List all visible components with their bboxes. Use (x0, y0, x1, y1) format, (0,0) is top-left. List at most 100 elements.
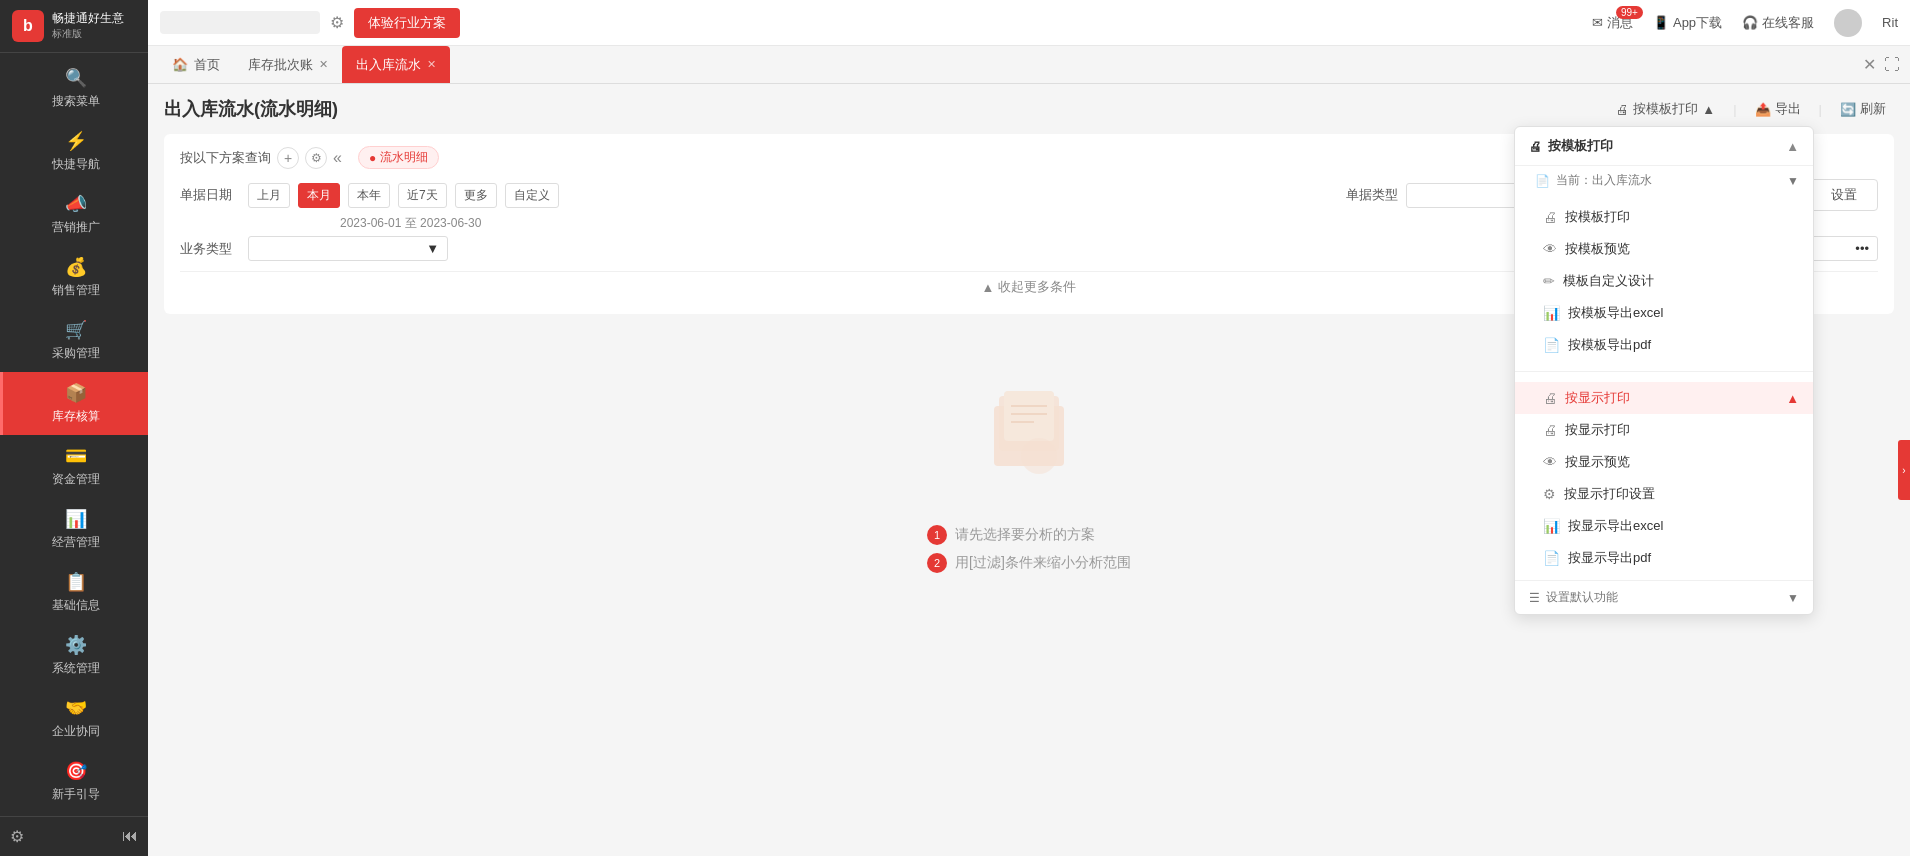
refresh-button[interactable]: 🔄 刷新 (1832, 96, 1894, 122)
home-icon: 🏠 (172, 57, 188, 72)
dropdown-item-display-export-excel[interactable]: 📊 按显示导出excel (1515, 510, 1813, 542)
date-btn-this-month[interactable]: 本月 (298, 183, 340, 208)
date-range-value: 2023-06-01 至 2023-06-30 (340, 215, 481, 232)
filter-type-tag: ● 流水明细 (358, 146, 439, 169)
svg-point-6 (1021, 438, 1057, 474)
type-tag-icon: ● (369, 151, 376, 165)
print-chevron-icon: ▲ (1702, 102, 1715, 117)
dropdown-item-display-export-pdf[interactable]: 📄 按显示导出pdf (1515, 542, 1813, 574)
system-icon: ⚙️ (65, 634, 87, 656)
dropdown-item-display-preview[interactable]: 👁 按显示预览 (1515, 446, 1813, 478)
marketing-icon: 📣 (65, 193, 87, 215)
user-avatar[interactable] (1834, 9, 1862, 37)
dropdown-item-template-print[interactable]: 🖨 按模板打印 (1515, 201, 1813, 233)
sidebar-item-purchase[interactable]: 🛒 采购管理 (0, 309, 148, 372)
trial-button[interactable]: 体验行业方案 (354, 8, 460, 38)
dropdown-item-display-print-settings[interactable]: ⚙ 按显示打印设置 (1515, 478, 1813, 510)
sidebar-item-inventory[interactable]: 📦 库存核算 (0, 372, 148, 435)
dropdown-divider (1515, 371, 1813, 372)
topbar: ⚙ 体验行业方案 ✉ 消息 99+ 📱 App下载 🎧 在线客服 Rit (148, 0, 1910, 46)
tab-fullscreen-icon[interactable]: ⛶ (1884, 56, 1900, 74)
empty-step-2: 2 用[过滤]条件来缩小分析范围 (927, 553, 1131, 573)
export-label: 导出 (1775, 100, 1801, 118)
sidebar-item-system[interactable]: ⚙️ 系统管理 (0, 624, 148, 687)
sidebar-item-label: 销售管理 (52, 282, 100, 299)
settings-icon[interactable]: ⚙ (10, 827, 24, 846)
right-scroll-button[interactable]: › (1898, 440, 1910, 500)
current-chevron-icon: ▼ (1787, 174, 1799, 188)
template-export-pdf-label: 按模板导出pdf (1568, 336, 1651, 354)
online-service-label: 在线客服 (1762, 14, 1814, 32)
app-logo: b 畅捷通好生意 标准版 (0, 0, 148, 53)
main-area: ⚙ 体验行业方案 ✉ 消息 99+ 📱 App下载 🎧 在线客服 Rit 🏠 首… (148, 0, 1910, 856)
dropdown-footer[interactable]: ☰ 设置默认功能 ▼ (1515, 580, 1813, 614)
date-btn-7days[interactable]: 近7天 (398, 183, 447, 208)
date-btn-this-year[interactable]: 本年 (348, 183, 390, 208)
sidebar-item-label: 经营管理 (52, 534, 100, 551)
tab-inout-flow-close[interactable]: ✕ (427, 58, 436, 71)
tab-close-all-icon[interactable]: ✕ (1863, 55, 1876, 74)
download-icon: 📱 (1653, 15, 1669, 30)
sidebar-item-quick-nav[interactable]: ⚡ 快捷导航 (0, 120, 148, 183)
template-print-icon: 🖨 (1543, 209, 1557, 225)
display-export-excel-label: 按显示导出excel (1568, 517, 1663, 535)
export-button[interactable]: 📤 导出 (1747, 96, 1809, 122)
dropdown-item-template-export-excel[interactable]: 📊 按模板导出excel (1515, 297, 1813, 329)
search-icon: 🔍 (65, 67, 87, 89)
settings-button[interactable]: 设置 (1810, 179, 1878, 211)
sales-icon: 💰 (65, 256, 87, 278)
empty-step-1: 1 请先选择要分析的方案 (927, 525, 1131, 545)
topbar-right: ✉ 消息 99+ 📱 App下载 🎧 在线客服 Rit (1592, 9, 1898, 37)
tab-inout-flow[interactable]: 出入库流水 ✕ (342, 46, 450, 83)
print-template-label: 按模板打印 (1633, 100, 1698, 118)
step-1-text: 请先选择要分析的方案 (955, 526, 1095, 544)
online-service-button[interactable]: 🎧 在线客服 (1742, 14, 1814, 32)
filter-add-button[interactable]: + (277, 147, 299, 169)
app-download-button[interactable]: 📱 App下载 (1653, 14, 1722, 32)
sidebar-item-search[interactable]: 🔍 搜索菜单 (0, 57, 148, 120)
sidebar-item-label: 库存核算 (52, 408, 100, 425)
sidebar-item-label: 新手引导 (52, 786, 100, 803)
print-template-button[interactable]: 🖨 按模板打印 ▲ (1608, 96, 1723, 122)
date-btn-more[interactable]: 更多 (455, 183, 497, 208)
empty-svg (979, 386, 1079, 486)
sidebar-item-operations[interactable]: 📊 经营管理 (0, 498, 148, 561)
dropdown-item-display-print[interactable]: 🖨 按显示打印 (1515, 414, 1813, 446)
gear-icon[interactable]: ⚙ (330, 13, 344, 32)
sidebar-item-enterprise[interactable]: 🤝 企业协同 (0, 687, 148, 750)
search-input[interactable] (160, 11, 320, 34)
sidebar-item-guide[interactable]: 🎯 新手引导 (0, 750, 148, 813)
print-dropdown-panel: 🖨 按模板打印 ▲ 📄 当前：出入库流水 ▼ (1514, 126, 1814, 615)
sidebar-item-marketing[interactable]: 📣 营销推广 (0, 183, 148, 246)
date-btn-last-month[interactable]: 上月 (248, 183, 290, 208)
tab-batch-account[interactable]: 库存批次账 ✕ (234, 46, 342, 83)
dropdown-title: 按模板打印 (1548, 137, 1613, 155)
sidebar-item-sales[interactable]: 💰 销售管理 (0, 246, 148, 309)
current-label: 当前：出入库流水 (1556, 172, 1652, 189)
sidebar-item-finance[interactable]: 💳 资金管理 (0, 435, 148, 498)
business-type-select[interactable]: ▼ (248, 236, 448, 261)
dropdown-item-template-preview[interactable]: 👁 按模板预览 (1515, 233, 1813, 265)
filter-collapse-button[interactable]: « (333, 149, 342, 167)
filter-setting-button[interactable]: ⚙ (305, 147, 327, 169)
dropdown-item-template-export-pdf[interactable]: 📄 按模板导出pdf (1515, 329, 1813, 361)
template-custom-icon: ✏ (1543, 273, 1555, 289)
message-badge: 99+ (1616, 6, 1643, 19)
filter-actions: 按以下方案查询 + ⚙ « (180, 147, 342, 169)
tab-batch-account-close[interactable]: ✕ (319, 58, 328, 71)
collapse-icon[interactable]: ⏮ (122, 827, 138, 846)
sidebar-item-basic[interactable]: 📋 基础信息 (0, 561, 148, 624)
app-download-label: App下载 (1673, 14, 1722, 32)
display-print-section-icon: 🖨 (1543, 390, 1557, 406)
dropdown-display-print-header[interactable]: 🖨 按显示打印 ▲ (1515, 382, 1813, 414)
date-label: 单据日期 (180, 186, 232, 204)
dropdown-item-template-custom[interactable]: ✏ 模板自定义设计 (1515, 265, 1813, 297)
dropdown-chevron-icon[interactable]: ▲ (1786, 139, 1799, 154)
display-preview-icon: 👁 (1543, 454, 1557, 470)
message-button[interactable]: ✉ 消息 99+ (1592, 14, 1633, 32)
tab-home[interactable]: 🏠 首页 (158, 46, 234, 83)
date-btn-custom[interactable]: 自定义 (505, 183, 559, 208)
display-print-section-label: 按显示打印 (1565, 389, 1630, 407)
empty-illustration (979, 386, 1079, 505)
template-preview-icon: 👁 (1543, 241, 1557, 257)
